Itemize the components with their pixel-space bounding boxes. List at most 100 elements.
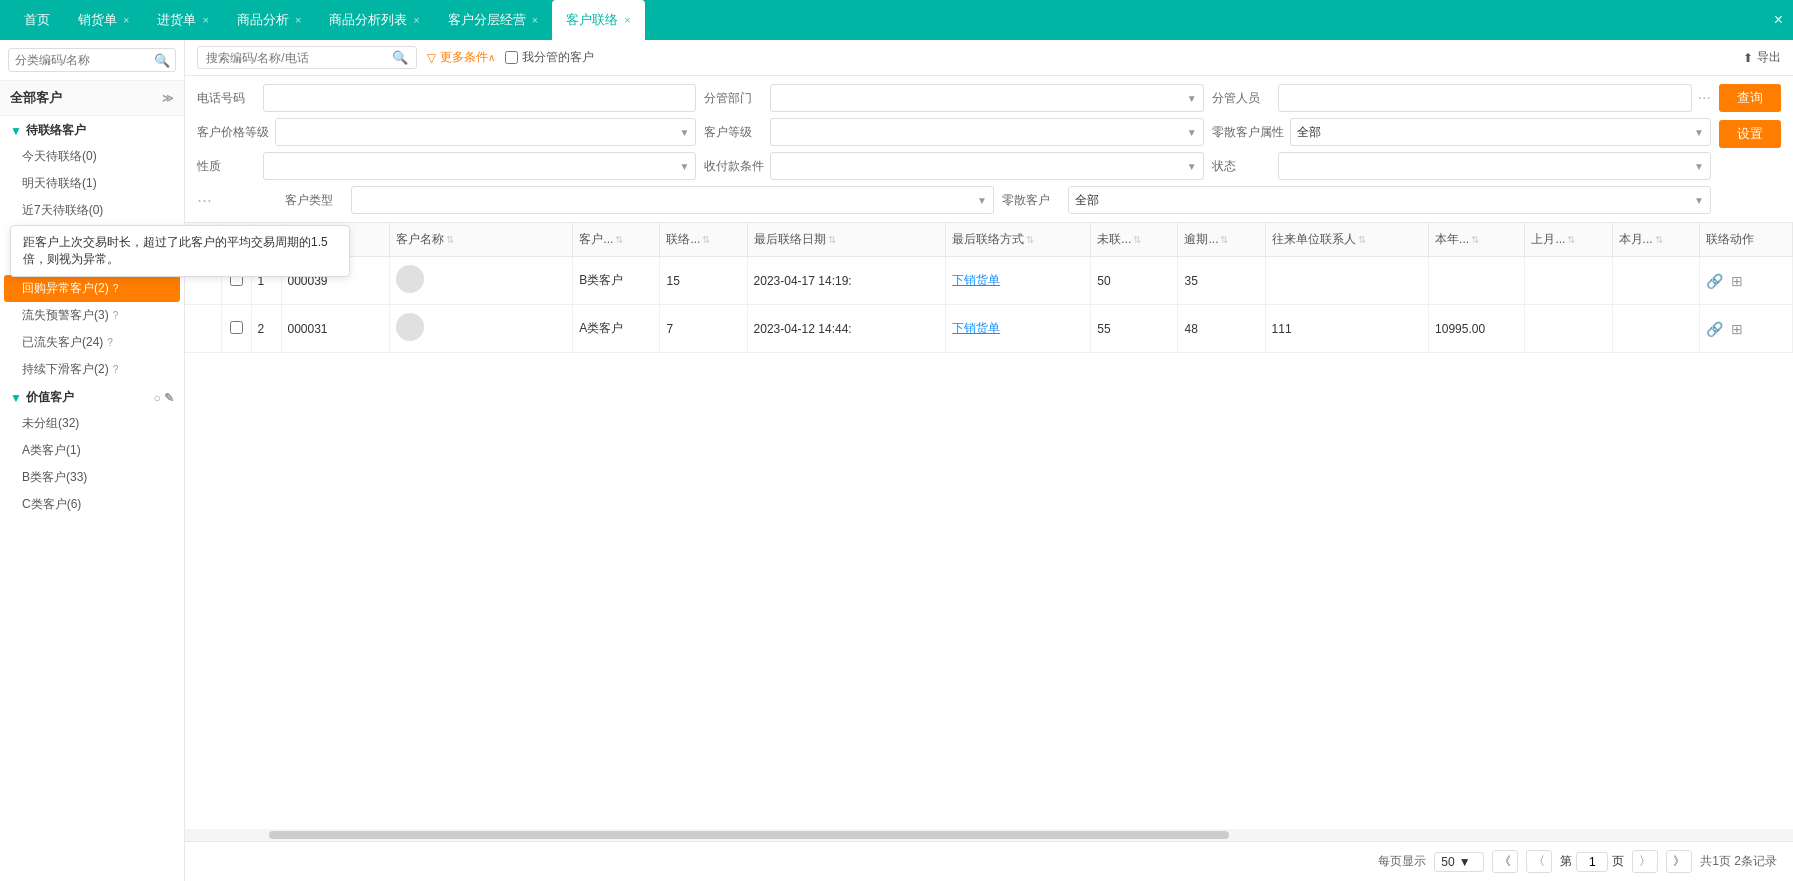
nav-product-analysis-list[interactable]: 商品分析列表 × [315,0,433,40]
filter-icon: ▽ [427,51,436,65]
price-level-caret: ▼ [679,127,689,138]
filter-dots-area: ··· [197,190,277,211]
sidebar-item-declining[interactable]: 持续下滑客户(2) ? [0,356,184,383]
export-button[interactable]: ⬆ 导出 [1743,49,1781,66]
nav-sales-close[interactable]: × [123,14,129,26]
row2-contact-way-link[interactable]: 下销货单 [952,321,1000,335]
next-page-button[interactable]: 〉 [1632,850,1658,873]
waiting-contact-group[interactable]: ▼ 待联络客户 [0,116,184,143]
customer-level-select[interactable]: ▼ [770,118,1203,146]
retail-attribute-select[interactable]: 全部 ▼ [1290,118,1711,146]
sort-icon-overdue: ⇅ [1220,234,1228,245]
first-page-button[interactable]: 《 [1492,850,1518,873]
nav-home[interactable]: 首页 [10,0,64,40]
nav-product-analysis-list-close[interactable]: × [413,14,419,26]
more-conditions-button[interactable]: ▽ 更多条件 ∧ [427,49,495,66]
nav-product-analysis[interactable]: 商品分析 × [223,0,315,40]
retail-customer-select[interactable]: 全部 ▼ [1068,186,1711,214]
row2-last-contact-way[interactable]: 下销货单 [946,305,1091,353]
top-navigation: 首页 销货单 × 进货单 × 商品分析 × 商品分析列表 × 客户分层经营 × … [0,0,1793,40]
row2-checkbox[interactable] [221,305,251,353]
filter-more-dots[interactable]: ··· [197,190,212,211]
query-button[interactable]: 查询 [1719,84,1781,112]
nav-purchase[interactable]: 进货单 × [143,0,222,40]
th-unit-contact[interactable]: 往来单位联系人 ⇅ [1265,223,1429,257]
per-page-select[interactable]: 50 ▼ [1434,852,1484,872]
customer-type-select[interactable]: ▼ [351,186,994,214]
prev-page-button[interactable]: 〈 [1526,850,1552,873]
row2-code[interactable]: 000031 [281,305,389,353]
nav-purchase-close[interactable]: × [202,14,208,26]
per-page-caret: ▼ [1459,855,1471,869]
sidebar-search-input[interactable] [8,48,176,72]
window-close-button[interactable]: × [1774,11,1783,29]
th-last-contact-way[interactable]: 最后联络方式 ⇅ [946,223,1091,257]
row2-not-contacted: 55 [1091,305,1178,353]
sidebar-collapse-icon[interactable]: ≫ [162,92,174,105]
status-select[interactable]: ▼ [1278,152,1711,180]
row1-grid-icon[interactable]: ⊞ [1731,273,1743,289]
th-last-contact-date[interactable]: 最后联络日期 ⇅ [747,223,946,257]
payment-select[interactable]: ▼ [770,152,1203,180]
row2-grid-icon[interactable]: ⊞ [1731,321,1743,337]
th-last-month[interactable]: 上月... ⇅ [1525,223,1612,257]
nav-customer-contact-close[interactable]: × [624,14,630,26]
filter-row-3: 性质 ▼ 收付款条件 ▼ [197,152,1711,180]
last-page-button[interactable]: 》 [1666,850,1692,873]
nav-sales[interactable]: 销货单 × [64,0,143,40]
sidebar-item-repurchase-abnormal[interactable]: 回购异常客户(2) ? [4,275,180,302]
row2-select-checkbox[interactable] [230,321,243,334]
sidebar-item-lost-warning[interactable]: 流失预警客户(3) ? [0,302,184,329]
page-number-input[interactable] [1576,852,1608,872]
sidebar-item-tomorrow[interactable]: 明天待联络(1) [0,170,184,197]
row2-settings [185,305,221,353]
sidebar-item-today[interactable]: 今天待联络(0) [0,143,184,170]
th-this-month[interactable]: 本月... ⇅ [1612,223,1699,257]
row1-contact-way-link[interactable]: 下销货单 [952,273,1000,287]
dept-select[interactable]: ▼ [770,84,1203,112]
nav-customer-contact[interactable]: 客户联络 × [552,0,644,40]
filter-dept: 分管部门 ▼ [704,84,1203,112]
th-not-contacted[interactable]: 未联... ⇅ [1091,223,1178,257]
customer-level-caret: ▼ [1187,127,1197,138]
row1-last-contact-way[interactable]: 下销货单 [946,257,1091,305]
sidebar-item-already-lost[interactable]: 已流失客户(24) ? [0,329,184,356]
my-customers-checkbox[interactable] [505,51,518,64]
th-type[interactable]: 客户... ⇅ [573,223,660,257]
phone-input[interactable] [263,84,696,112]
th-name[interactable]: 客户名称 ⇅ [389,223,572,257]
settings-button[interactable]: 设置 [1719,120,1781,148]
nature-select[interactable]: ▼ [263,152,696,180]
row2-name[interactable] [389,305,572,353]
row2-action: 🔗 ⊞ [1699,305,1792,353]
manager-dots[interactable]: ··· [1698,89,1711,107]
row1-last-contact-date: 2023-04-17 14:19: [747,257,946,305]
nav-product-analysis-close[interactable]: × [295,14,301,26]
row1-name[interactable] [389,257,572,305]
th-overdue[interactable]: 逾期... ⇅ [1178,223,1265,257]
row1-overdue: 35 [1178,257,1265,305]
row1-link-icon[interactable]: 🔗 [1706,273,1723,289]
value-customers-group[interactable]: ▼ 价值客户 ○ ✎ [0,383,184,410]
all-customers-header[interactable]: 全部客户 ≫ [0,81,184,116]
th-this-year[interactable]: 本年... ⇅ [1429,223,1525,257]
manager-input[interactable] [1278,84,1692,112]
my-customers-checkbox-area: 我分管的客户 [505,49,594,66]
sidebar-item-class-b[interactable]: B类客户(33) [0,464,184,491]
sidebar-item-unclassified[interactable]: 未分组(32) [0,410,184,437]
horizontal-scrollbar[interactable] [185,829,1793,841]
sidebar-item-class-c[interactable]: C类客户(6) [0,491,184,518]
nav-customer-stratification-close[interactable]: × [532,14,538,26]
scroll-thumb[interactable] [269,831,1229,839]
nav-customer-stratification[interactable]: 客户分层经营 × [434,0,552,40]
filter-phone: 电话号码 [197,84,696,112]
table-container: ⚙ 客户编码 ⇅ 客户名称 ⇅ [185,223,1793,829]
row2-link-icon[interactable]: 🔗 [1706,321,1723,337]
sidebar-item-class-a[interactable]: A类客户(1) [0,437,184,464]
th-contact[interactable]: 联络... ⇅ [660,223,747,257]
sidebar-item-7days[interactable]: 近7天待联络(0) [0,197,184,224]
price-level-select[interactable]: ▼ [275,118,696,146]
help-icon: ? [113,283,119,294]
search-input[interactable] [206,51,392,65]
value-group-edit-icons[interactable]: ○ ✎ [153,391,174,405]
